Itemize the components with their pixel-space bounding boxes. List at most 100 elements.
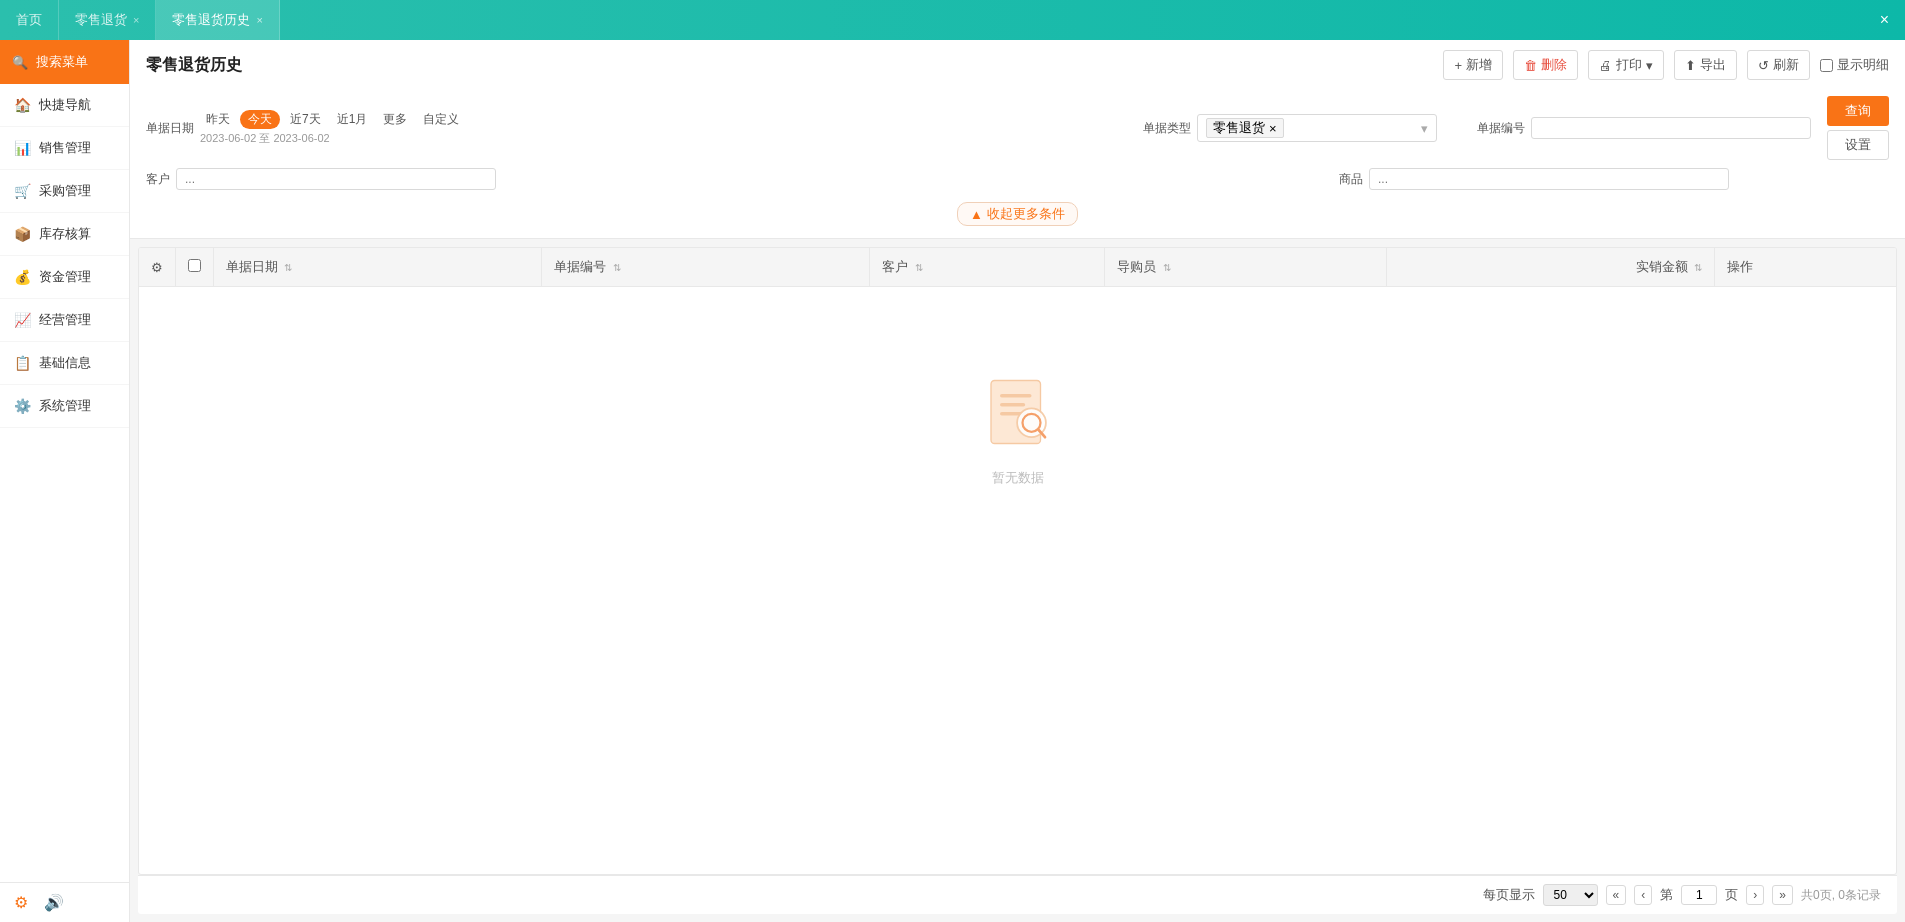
type-tag-value: 零售退货 [1213,119,1265,137]
window-close-button[interactable]: × [1864,11,1905,29]
th-date[interactable]: 单据日期 ⇅ [214,248,542,287]
next-page-btn[interactable]: › [1746,885,1764,905]
new-button[interactable]: + 新增 [1443,50,1503,80]
sidebar-item-sales[interactable]: 📊 销售管理 [0,127,129,170]
sidebar-item-operations[interactable]: 📈 经营管理 [0,299,129,342]
basic-icon: 📋 [14,355,31,371]
date-more-btn[interactable]: 更多 [377,110,413,129]
operations-icon: 📈 [14,312,31,328]
goods-label: 商品 [1339,171,1363,188]
th-number-sort-icon: ⇅ [613,262,621,273]
query-button[interactable]: 查询 [1827,96,1889,126]
filter-area: 单据日期 昨天 今天 近7天 近1月 更多 自定义 2023-06-02 至 2… [146,88,1889,238]
type-label: 单据类型 [1143,120,1191,137]
th-amount[interactable]: 实销金额 ⇅ [1386,248,1714,287]
sidebar-item-system[interactable]: ⚙️ 系统管理 [0,385,129,428]
page-unit-label: 页 [1725,886,1738,904]
th-amount-sort-icon: ⇅ [1694,262,1702,273]
page-header: 零售退货历史 + 新增 🗑 删除 🖨 打印 ▾ [130,40,1905,239]
per-page-select[interactable]: 20 50 100 [1543,884,1598,906]
tab-retail-return[interactable]: 零售退货 × [59,0,156,40]
sidebar-item-inventory[interactable]: 📦 库存核算 [0,213,129,256]
print-button[interactable]: 🖨 打印 ▾ [1588,50,1664,80]
date-today-btn[interactable]: 今天 [240,110,280,129]
number-label: 单据编号 [1477,120,1525,137]
th-number-label: 单据编号 [554,259,606,274]
tab-retail-return-label: 零售退货 [75,11,127,29]
delete-button[interactable]: 🗑 删除 [1513,50,1578,80]
page-total: 共0页, 0条记录 [1801,887,1881,904]
new-label: 新增 [1466,56,1492,74]
tab-list: 首页 零售退货 × 零售退货历史 × [0,0,1864,40]
th-action-label: 操作 [1727,259,1753,274]
page-label: 第 [1660,886,1673,904]
type-tag-close[interactable]: × [1269,121,1277,136]
th-settings[interactable]: ⚙ [139,248,176,287]
th-customer-sort-icon: ⇅ [915,262,923,273]
type-tag: 零售退货 × [1206,118,1284,138]
th-customer-label: 客户 [882,259,908,274]
th-guide[interactable]: 导购员 ⇅ [1105,248,1387,287]
goods-input[interactable] [1369,168,1729,190]
new-icon: + [1454,58,1462,73]
sidebar-item-basic[interactable]: 📋 基础信息 [0,342,129,385]
customer-label: 客户 [146,171,170,188]
export-button[interactable]: ⬆ 导出 [1674,50,1737,80]
first-page-btn[interactable]: « [1606,885,1627,905]
print-dropdown-icon: ▾ [1646,58,1653,73]
date-7days-btn[interactable]: 近7天 [284,110,327,129]
show-detail-label: 显示明细 [1837,56,1889,74]
page-title-bar: 零售退货历史 + 新增 🗑 删除 🖨 打印 ▾ [146,50,1889,88]
content-area: 零售退货历史 + 新增 🗑 删除 🖨 打印 ▾ [130,40,1905,922]
sidebar-item-sales-label: 销售管理 [39,139,91,157]
number-input[interactable] [1531,117,1811,139]
sidebar-item-quicknav-label: 快捷导航 [39,96,91,114]
select-all-checkbox[interactable] [188,259,201,272]
tab-retail-return-close[interactable]: × [133,14,139,26]
tab-home[interactable]: 首页 [0,0,59,40]
sidebar-item-finance[interactable]: 💰 资金管理 [0,256,129,299]
prev-page-btn[interactable]: ‹ [1634,885,1652,905]
sidebar-search[interactable]: 🔍 搜索菜单 [0,40,129,84]
sidebar-item-purchase[interactable]: 🛒 采购管理 [0,170,129,213]
th-number[interactable]: 单据编号 ⇅ [542,248,870,287]
sidebar-item-basic-label: 基础信息 [39,354,91,372]
settings-bottom-icon[interactable]: ⚙ [14,893,28,912]
refresh-label: 刷新 [1773,56,1799,74]
export-label: 导出 [1700,56,1726,74]
tab-retail-return-history[interactable]: 零售退货历史 × [156,0,279,40]
last-page-btn[interactable]: » [1772,885,1793,905]
per-page-label: 每页显示 [1483,886,1535,904]
sidebar-item-system-label: 系统管理 [39,397,91,415]
page-number-input[interactable] [1681,885,1717,905]
th-guide-label: 导购员 [1117,259,1156,274]
collapse-btn[interactable]: ▲ 收起更多条件 [957,202,1078,226]
customer-filter: 客户 [146,168,496,190]
tab-retail-return-history-close[interactable]: × [256,14,262,26]
type-select[interactable]: 零售退货 × ▾ [1197,114,1437,142]
date-custom-btn[interactable]: 自定义 [417,110,465,129]
sidebar-item-purchase-label: 采购管理 [39,182,91,200]
sidebar-item-quicknav[interactable]: 🏠 快捷导航 [0,84,129,127]
show-detail-checkbox[interactable] [1820,59,1833,72]
customer-input[interactable] [176,168,496,190]
empty-state-row: 暂无数据 [139,287,1896,568]
inventory-icon: 📦 [14,226,31,242]
show-detail-checkbox-group[interactable]: 显示明细 [1820,56,1889,74]
sidebar-item-inventory-label: 库存核算 [39,225,91,243]
empty-text: 暂无数据 [992,469,1044,487]
empty-state-cell: 暂无数据 [139,287,1896,568]
date-1month-btn[interactable]: 近1月 [331,110,374,129]
th-checkbox[interactable] [176,248,214,287]
sound-bottom-icon[interactable]: 🔊 [44,893,64,912]
home-icon: 🏠 [14,97,31,113]
empty-state: 暂无数据 [139,287,1896,567]
date-yesterday-btn[interactable]: 昨天 [200,110,236,129]
setting-button[interactable]: 设置 [1827,130,1889,160]
sidebar-item-operations-label: 经营管理 [39,311,91,329]
refresh-button[interactable]: ↺ 刷新 [1747,50,1810,80]
filter-row-1: 单据日期 昨天 今天 近7天 近1月 更多 自定义 2023-06-02 至 2… [146,96,1889,160]
th-customer[interactable]: 客户 ⇅ [870,248,1105,287]
finance-icon: 💰 [14,269,31,285]
sales-icon: 📊 [14,140,31,156]
